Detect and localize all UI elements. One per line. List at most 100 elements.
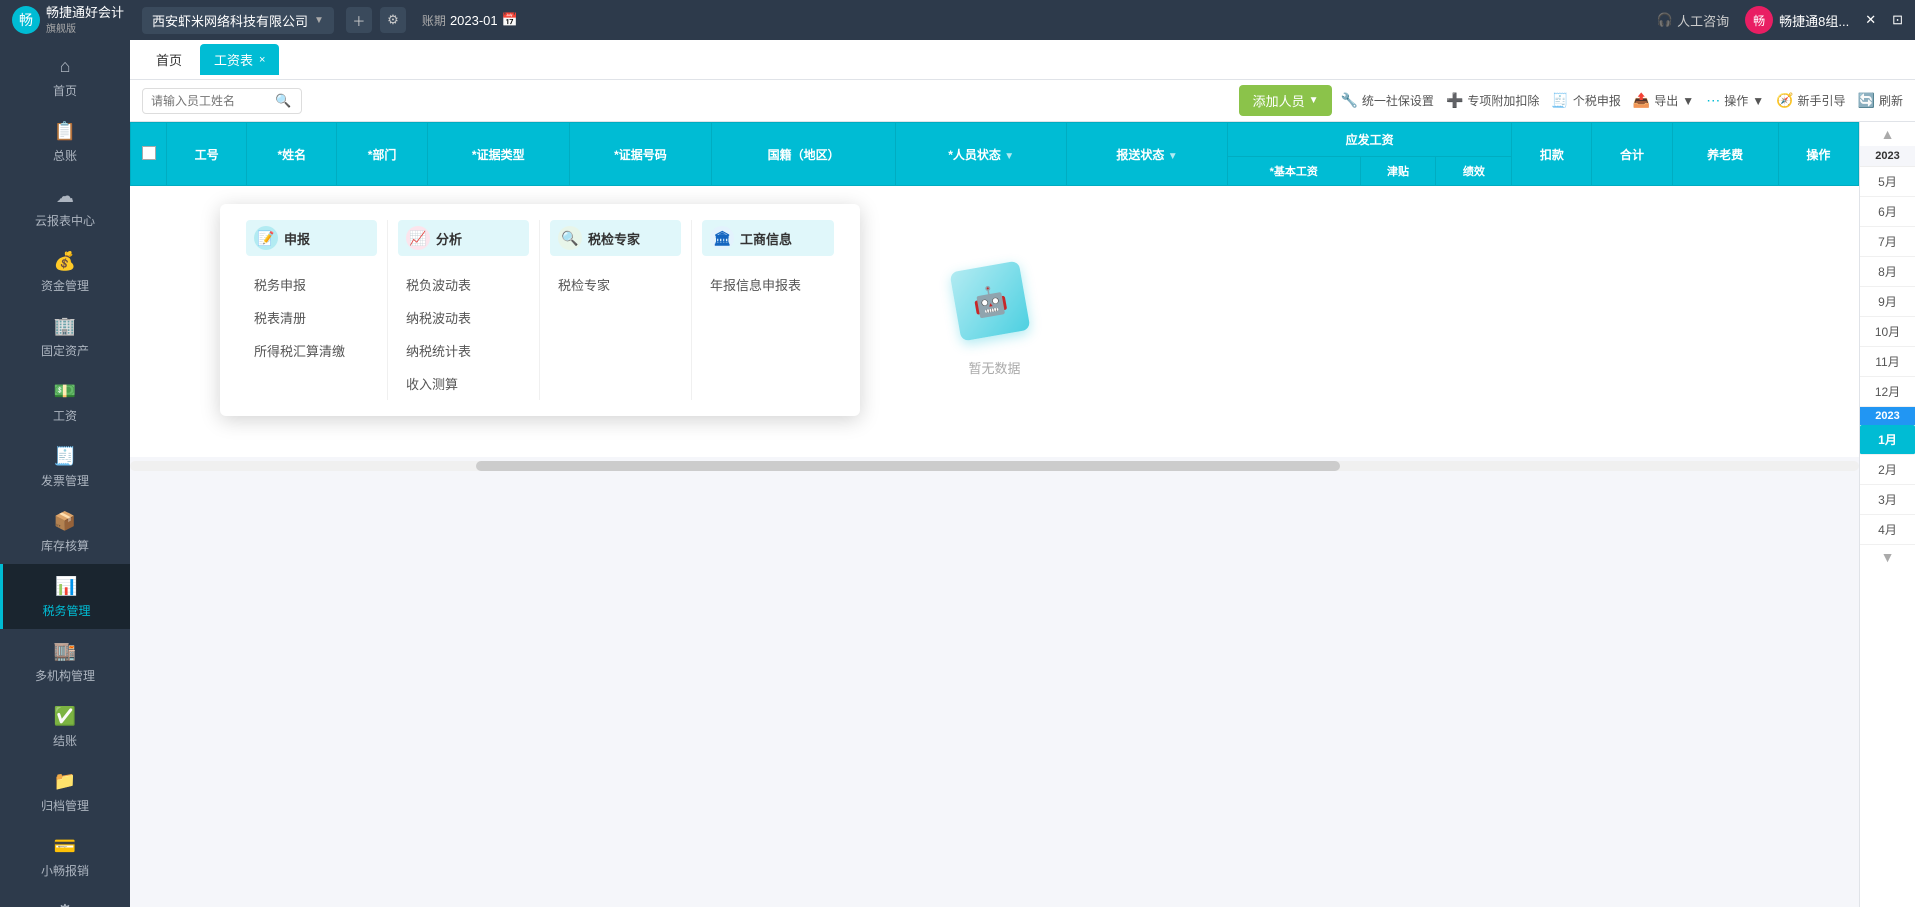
tab-home[interactable]: 首页 <box>142 44 196 75</box>
menu-item-tax-stat[interactable]: 纳税统计表 <box>398 334 529 367</box>
cal-month-11[interactable]: 11月 <box>1860 347 1915 377</box>
sidebar: ⌂ 首页 📋 总账 ☁ 云报表中心 💰 资金管理 🏢 固定资产 💵 工资 🧾 发… <box>0 40 130 907</box>
th-nationality: 国籍（地区） <box>712 123 896 186</box>
dropdown-menu: 📝 申报 税务申报 税表清册 所得税汇算清缴 📈 分析 税负波动表 <box>220 204 860 416</box>
sidebar-item-invoice[interactable]: 🧾 发票管理 <box>0 434 130 499</box>
cal-month-5[interactable]: 5月 <box>1860 167 1915 197</box>
user-button[interactable]: 畅 畅捷通8组... <box>1745 6 1849 34</box>
th-id-num: *证据号码 <box>569 123 711 186</box>
menu-item-tax-return[interactable]: 税务申报 <box>246 268 377 301</box>
settings-icon[interactable]: ⚙ <box>380 7 406 33</box>
menu-col-shenBao: 📝 申报 税务申报 税表清册 所得税汇算清缴 <box>236 220 388 400</box>
sidebar-item-close[interactable]: ✅ 结账 <box>0 694 130 759</box>
logo-area: 畅 畅捷通好会计 旗舰版 <box>12 5 142 36</box>
sidebar-item-fund-label: 资金管理 <box>41 277 89 294</box>
close-icon[interactable]: ✕ <box>1865 12 1876 28</box>
search-wrap[interactable]: 🔍 <box>142 88 302 114</box>
refresh-label: 刷新 <box>1879 92 1903 109</box>
th-dept: *部门 <box>337 123 427 186</box>
tab-close-icon[interactable]: × <box>259 54 265 66</box>
tab-salary[interactable]: 工资表 × <box>200 44 279 75</box>
archive-icon: 📁 <box>53 769 77 793</box>
sidebar-item-ledger-label: 总账 <box>53 147 77 164</box>
sidebar-item-cloud[interactable]: ☁ 云报表中心 <box>0 174 130 239</box>
cal-month-8[interactable]: 8月 <box>1860 257 1915 287</box>
th-checkbox[interactable] <box>131 123 167 186</box>
company-arrow-icon: ▼ <box>314 15 324 26</box>
cal-month-4[interactable]: 4月 <box>1860 515 1915 545</box>
cal-month-1-active[interactable]: 1月 <box>1860 425 1915 455</box>
th-report-status: 报送状态 ▼ <box>1067 123 1228 186</box>
search-icon[interactable]: 🔍 <box>275 93 291 109</box>
cal-month-12[interactable]: 12月 <box>1860 377 1915 407</box>
menu-item-tax-list[interactable]: 税表清册 <box>246 301 377 334</box>
status-filter-icon[interactable]: ▼ <box>1004 151 1014 162</box>
sidebar-item-multi[interactable]: 🏬 多机构管理 <box>0 629 130 694</box>
special-deduction-button[interactable]: ➕ 专项附加扣除 <box>1446 92 1539 109</box>
top-bar-right: 🎧 人工咨询 畅 畅捷通8组... ✕ ⊡ <box>1657 6 1903 34</box>
sidebar-item-inventory-label: 库存核算 <box>41 537 89 554</box>
menu-item-tax-burden[interactable]: 税负波动表 <box>398 268 529 301</box>
horizontal-scrollbar[interactable] <box>130 461 1859 471</box>
cal-month-9[interactable]: 9月 <box>1860 287 1915 317</box>
sidebar-item-inventory[interactable]: 📦 库存核算 <box>0 499 130 564</box>
invoice-icon: 🧾 <box>53 444 77 468</box>
sidebar-item-ledger[interactable]: 📋 总账 <box>0 109 130 174</box>
cal-month-7[interactable]: 7月 <box>1860 227 1915 257</box>
menu-item-tax-change[interactable]: 纳税波动表 <box>398 301 529 334</box>
menu-col-header-shenBao: 📝 申报 <box>246 220 377 256</box>
select-all-checkbox[interactable] <box>142 146 156 160</box>
shuiJian-title: 税检专家 <box>588 229 640 248</box>
avatar: 畅 <box>1745 6 1773 34</box>
main-layout: ⌂ 首页 📋 总账 ☁ 云报表中心 💰 资金管理 🏢 固定资产 💵 工资 🧾 发… <box>0 40 1915 907</box>
logo-icon: 畅 <box>12 6 40 34</box>
empty-text: 暂无数据 <box>968 358 1020 377</box>
sidebar-item-settings[interactable]: ⚙ 基础设置 <box>0 889 130 907</box>
tax-return-button[interactable]: 🧾 个税申报 <box>1551 92 1620 109</box>
cal-month-6[interactable]: 6月 <box>1860 197 1915 227</box>
cal-month-10[interactable]: 10月 <box>1860 317 1915 347</box>
sidebar-item-expense[interactable]: 💳 小畅报销 <box>0 824 130 889</box>
menu-item-income-tax[interactable]: 所得税汇算清缴 <box>246 334 377 367</box>
calendar-nav-down[interactable]: ▼ <box>1860 545 1915 569</box>
cloud-icon: ☁ <box>53 184 77 208</box>
calendar-panel: ▲ 2023 5月 6月 7月 8月 9月 10月 11月 12月 2023 1… <box>1859 122 1915 907</box>
guide-button[interactable]: 🧭 新手引导 <box>1776 92 1845 109</box>
scrollbar-thumb[interactable] <box>476 461 1341 471</box>
cal-month-2[interactable]: 2月 <box>1860 455 1915 485</box>
th-number: 工号 <box>167 123 247 186</box>
social-insurance-icon: 🔧 <box>1340 92 1357 109</box>
search-input[interactable] <box>151 94 271 108</box>
sidebar-item-salary[interactable]: 💵 工资 <box>0 369 130 434</box>
sidebar-item-tax[interactable]: 📊 税务管理 <box>0 564 130 629</box>
sidebar-item-cloud-label: 云报表中心 <box>35 212 95 229</box>
export-button[interactable]: 📤 导出 ▼ <box>1633 92 1694 109</box>
app-sub: 旗舰版 <box>46 20 124 35</box>
calendar-icon[interactable]: 📅 <box>502 12 518 28</box>
help-button[interactable]: 🎧 人工咨询 <box>1657 11 1729 30</box>
table-calendar-wrap: 工号 *姓名 *部门 *证据类型 *证据号码 国籍（地区） *人员状态 ▼ 报送… <box>130 122 1915 907</box>
sidebar-item-asset[interactable]: 🏢 固定资产 <box>0 304 130 369</box>
add-person-arrow-icon: ▼ <box>1309 95 1319 106</box>
sidebar-item-home[interactable]: ⌂ 首页 <box>0 44 130 109</box>
add-person-button[interactable]: 添加人员 ▼ <box>1239 85 1333 116</box>
menu-item-annual-report[interactable]: 年报信息申报表 <box>702 268 834 301</box>
sidebar-item-fund[interactable]: 💰 资金管理 <box>0 239 130 304</box>
calendar-nav-up[interactable]: ▲ <box>1860 122 1915 146</box>
inventory-icon: 📦 <box>53 509 77 533</box>
menu-item-income-est[interactable]: 收入测算 <box>398 367 529 400</box>
operation-button[interactable]: ⋯ 操作 ▼ <box>1706 92 1764 109</box>
cal-month-3[interactable]: 3月 <box>1860 485 1915 515</box>
refresh-button[interactable]: 🔄 刷新 <box>1858 92 1903 109</box>
sidebar-item-archive[interactable]: 📁 归档管理 <box>0 759 130 824</box>
menu-item-tax-expert[interactable]: 税检专家 <box>550 268 681 301</box>
company-selector[interactable]: 西安虾米网络科技有限公司 ▼ <box>142 7 334 34</box>
gongShang-icon: 🏛 <box>710 226 734 250</box>
add-button[interactable]: ＋ <box>346 7 372 33</box>
maximize-icon[interactable]: ⊡ <box>1892 12 1903 28</box>
report-filter-icon[interactable]: ▼ <box>1168 151 1178 162</box>
social-insurance-button[interactable]: 🔧 统一社保设置 <box>1340 92 1433 109</box>
empty-cube: 🤖 <box>949 260 1030 341</box>
app-name: 畅捷通好会计 <box>46 5 124 21</box>
user-name: 畅捷通8组... <box>1779 11 1849 30</box>
